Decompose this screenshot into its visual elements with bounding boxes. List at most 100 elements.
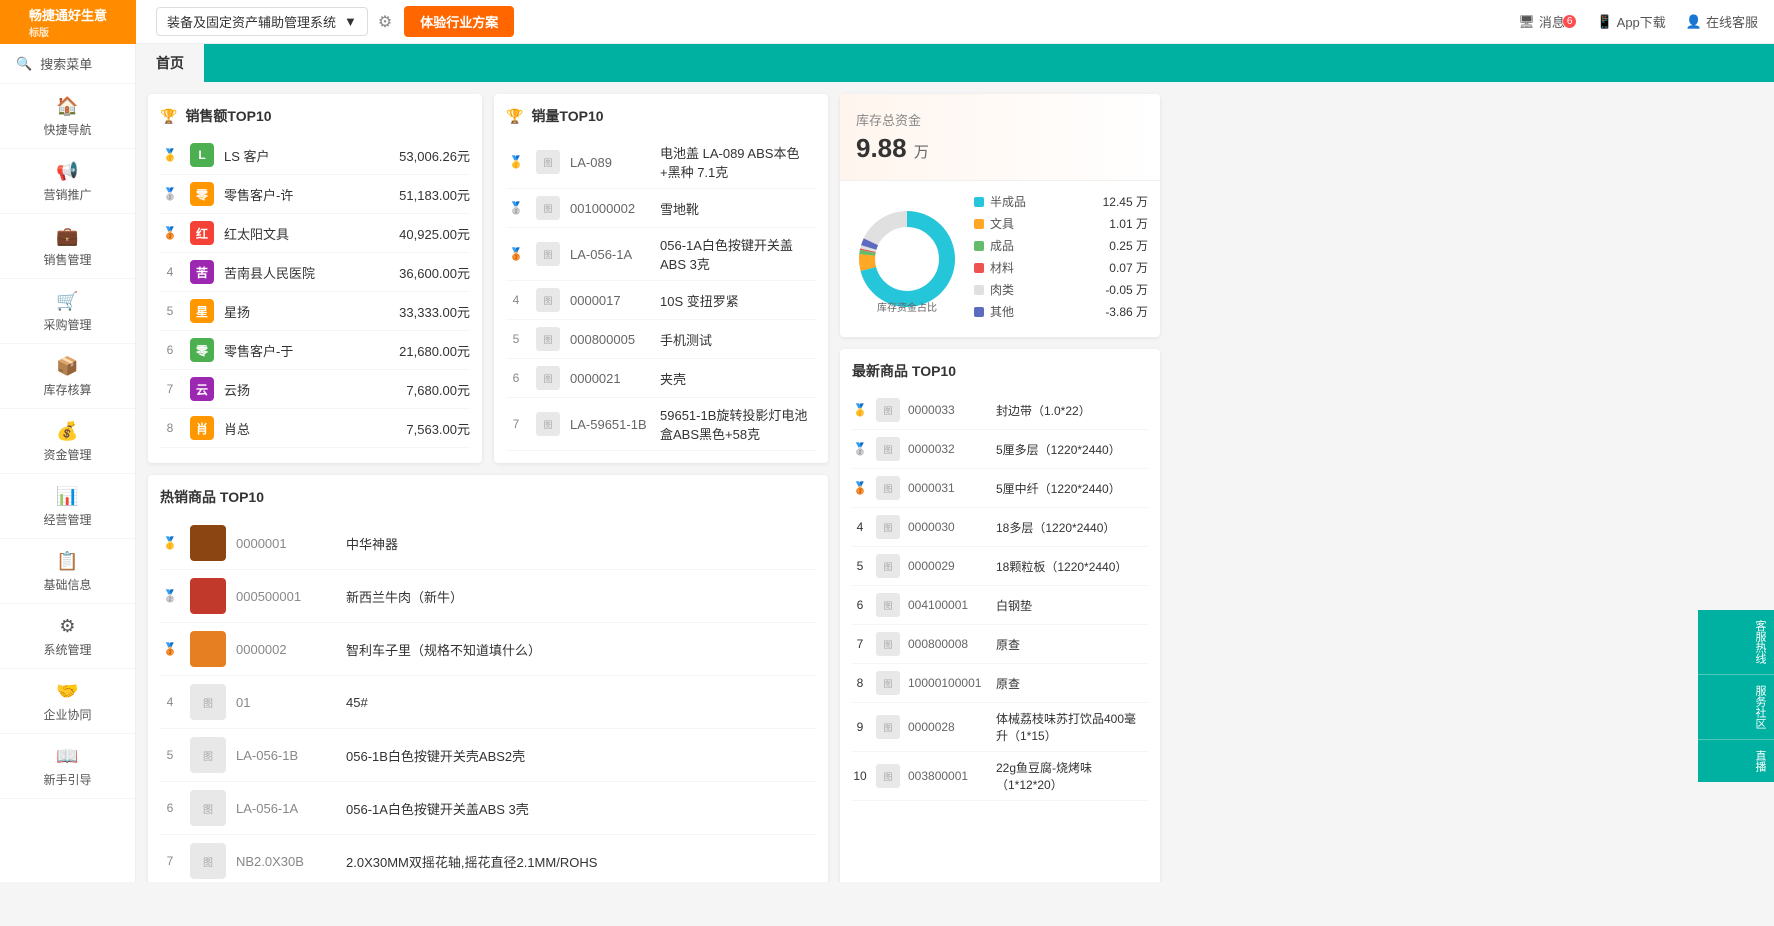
product-name: 056-1A白色按键开关盖ABS 3壳 — [346, 799, 529, 818]
legend-dot — [974, 197, 984, 207]
customer-item: 7 云 云扬 7,680.00元 — [160, 370, 470, 409]
sidebar-item-销售管理[interactable]: 💼销售管理 — [0, 214, 135, 279]
product-name: 电池盖 LA-089 ABS本色+黑种 7.1克 — [660, 143, 816, 181]
product-thumbnail: 图 — [876, 671, 900, 695]
tab-home[interactable]: 首页 — [136, 44, 204, 82]
customer-icon: L — [190, 143, 214, 167]
legend-value: 1.01 万 — [1109, 215, 1148, 232]
product-thumbnail: 图 — [536, 196, 560, 220]
product-thumbnail: 图 — [536, 288, 560, 312]
rank-number: 🥈 — [506, 201, 526, 215]
product-name: 新西兰牛肉（新牛） — [346, 587, 463, 606]
top-section: 🏆 销售额TOP10 🥇 L LS 客户 53,006.26元 🥈 零 零售客户… — [148, 94, 828, 463]
product-name: 18多层（1220*2440） — [996, 519, 1148, 536]
customer-amount: 33,333.00元 — [399, 302, 470, 321]
rank-number: 5 — [160, 748, 180, 762]
new-product-item: 7 图 000800008 原查 — [852, 625, 1148, 664]
sidebar-icon: ⚙ — [59, 616, 75, 637]
sidebar-icon: 📢 — [56, 161, 78, 182]
sidebar-item-采购管理[interactable]: 🛒采购管理 — [0, 279, 135, 344]
legend-name: 成品 — [990, 237, 1014, 254]
rank-number: 🥈 — [852, 442, 868, 456]
rank-number: 🥉 — [852, 481, 868, 495]
sidebar-label: 基础信息 — [43, 576, 91, 593]
service-item[interactable]: 👤 在线客服 — [1686, 12, 1758, 31]
settings-icon[interactable]: ⚙ — [378, 12, 392, 32]
float-button[interactable]: 服务社区 — [1698, 675, 1774, 740]
sidebar-item-新手引导[interactable]: 📖新手引导 — [0, 734, 135, 799]
scroll-product-item: 🥈 图 001000002 雪地靴 — [506, 189, 816, 228]
sidebar-item-资金管理[interactable]: 💰资金管理 — [0, 409, 135, 474]
float-button[interactable]: 直播 — [1698, 740, 1774, 782]
sidebar-label: 库存核算 — [43, 381, 91, 398]
product-thumbnail: 图 — [876, 715, 900, 739]
scroll-products-title: 🏆 销量TOP10 — [506, 106, 816, 126]
product-thumbnail: 图 — [876, 554, 900, 578]
product-code: LA-59651-1B — [570, 417, 650, 432]
rank-number: 7 — [852, 637, 868, 651]
sidebar-item-企业协同[interactable]: 🤝企业协同 — [0, 669, 135, 734]
sidebar-item-库存核算[interactable]: 📦 库存核算 — [0, 344, 135, 409]
customer-amount: 53,006.26元 — [399, 146, 470, 165]
sidebar-item-快捷导航[interactable]: 🏠快捷导航 — [0, 84, 135, 149]
new-products-title: 最新商品 TOP10 — [852, 361, 1148, 381]
sidebar-icon: 📦 — [56, 356, 78, 377]
sidebar-label: 系统管理 — [43, 641, 91, 658]
product-code: LA-089 — [570, 155, 650, 170]
product-name: 10S 变扭罗紧 — [660, 291, 816, 310]
product-name: 封边带（1.0*22） — [996, 402, 1148, 419]
product-code: 0000032 — [908, 442, 988, 456]
brand-logo: 畅捷通好生意 标版 — [0, 0, 136, 44]
rank-number: 6 — [160, 801, 180, 815]
float-buttons: 客服热线服务社区直播 — [1698, 610, 1774, 782]
sidebar-label: 资金管理 — [43, 446, 91, 463]
rank-number: 🥉 — [160, 642, 180, 656]
app-label: App下载 — [1617, 12, 1666, 31]
message-item[interactable]: 🖥 消息 6 — [1518, 12, 1576, 31]
rank-number: 5 — [160, 304, 180, 318]
product-thumbnail: 图 — [876, 476, 900, 500]
legend-dot — [974, 307, 984, 317]
sidebar-icon: 📋 — [56, 551, 78, 572]
product-image: 图 — [190, 737, 226, 773]
customer-icon: 红 — [190, 221, 214, 245]
product-code: NB2.0X30B — [236, 854, 336, 869]
hot-product-item: 🥈 000500001 新西兰牛肉（新牛） — [160, 570, 816, 623]
sidebar-icon: 📖 — [56, 746, 78, 767]
hot-product-item: 6 图 LA-056-1A 056-1A白色按键开关盖ABS 3壳 — [160, 782, 816, 835]
legend-dot — [974, 263, 984, 273]
rank-number: 10 — [852, 769, 868, 783]
product-name: 智利车子里（规格不知道填什么） — [346, 640, 541, 659]
customer-item: 8 肖 肖总 7,563.00元 — [160, 409, 470, 448]
customer-amount: 7,680.00元 — [406, 380, 470, 399]
hot-product-item: 5 图 LA-056-1B 056-1B白色按键开关壳ABS2壳 — [160, 729, 816, 782]
float-button[interactable]: 客服热线 — [1698, 610, 1774, 675]
app-download-item[interactable]: 📱 App下载 — [1596, 12, 1665, 31]
system-selector[interactable]: 装备及固定资产辅助管理系统 ▼ — [156, 7, 368, 36]
sidebar-item-经营管理[interactable]: 📊经营管理 — [0, 474, 135, 539]
mobile-icon: 📱 — [1596, 14, 1612, 30]
sidebar-item-基础信息[interactable]: 📋 基础信息 — [0, 539, 135, 604]
product-code: 01 — [236, 695, 336, 710]
product-thumbnail: 图 — [536, 412, 560, 436]
customer-icon: 零 — [190, 338, 214, 362]
customer-icon: 苦 — [190, 260, 214, 284]
sidebar-item-营销推广[interactable]: 📢营销推广 — [0, 149, 135, 214]
chart-label: 库存资金占比 — [852, 299, 962, 314]
new-product-item: 9 图 0000028 体械荔枝味苏打饮品400毫升（1*15） — [852, 703, 1148, 752]
trial-button[interactable]: 体验行业方案 — [404, 6, 514, 37]
legend-item: 其他 -3.86 万 — [974, 303, 1148, 320]
customer-item: 🥇 L LS 客户 53,006.26元 — [160, 136, 470, 175]
product-name: 056-1B白色按键开关壳ABS2壳 — [346, 746, 525, 765]
legend-item: 半成品 12.45 万 — [974, 193, 1148, 210]
scroll-product-item: 🥉 图 LA-056-1A 056-1A白色按键开关盖ABS 3克 — [506, 228, 816, 281]
search-menu[interactable]: 🔍 搜索菜单 — [0, 44, 135, 84]
sidebar-item-系统管理[interactable]: ⚙ 系统管理 — [0, 604, 135, 669]
customer-amount: 36,600.00元 — [399, 263, 470, 282]
product-image: 图 — [190, 843, 226, 879]
product-name: 5厘多层（1220*2440） — [996, 441, 1148, 458]
hot-products-title: 热销商品 TOP10 — [160, 487, 816, 507]
new-product-item: 5 图 0000029 18颗粒板（1220*2440） — [852, 547, 1148, 586]
legend-value: 0.07 万 — [1109, 259, 1148, 276]
new-product-item: 🥇 图 0000033 封边带（1.0*22） — [852, 391, 1148, 430]
